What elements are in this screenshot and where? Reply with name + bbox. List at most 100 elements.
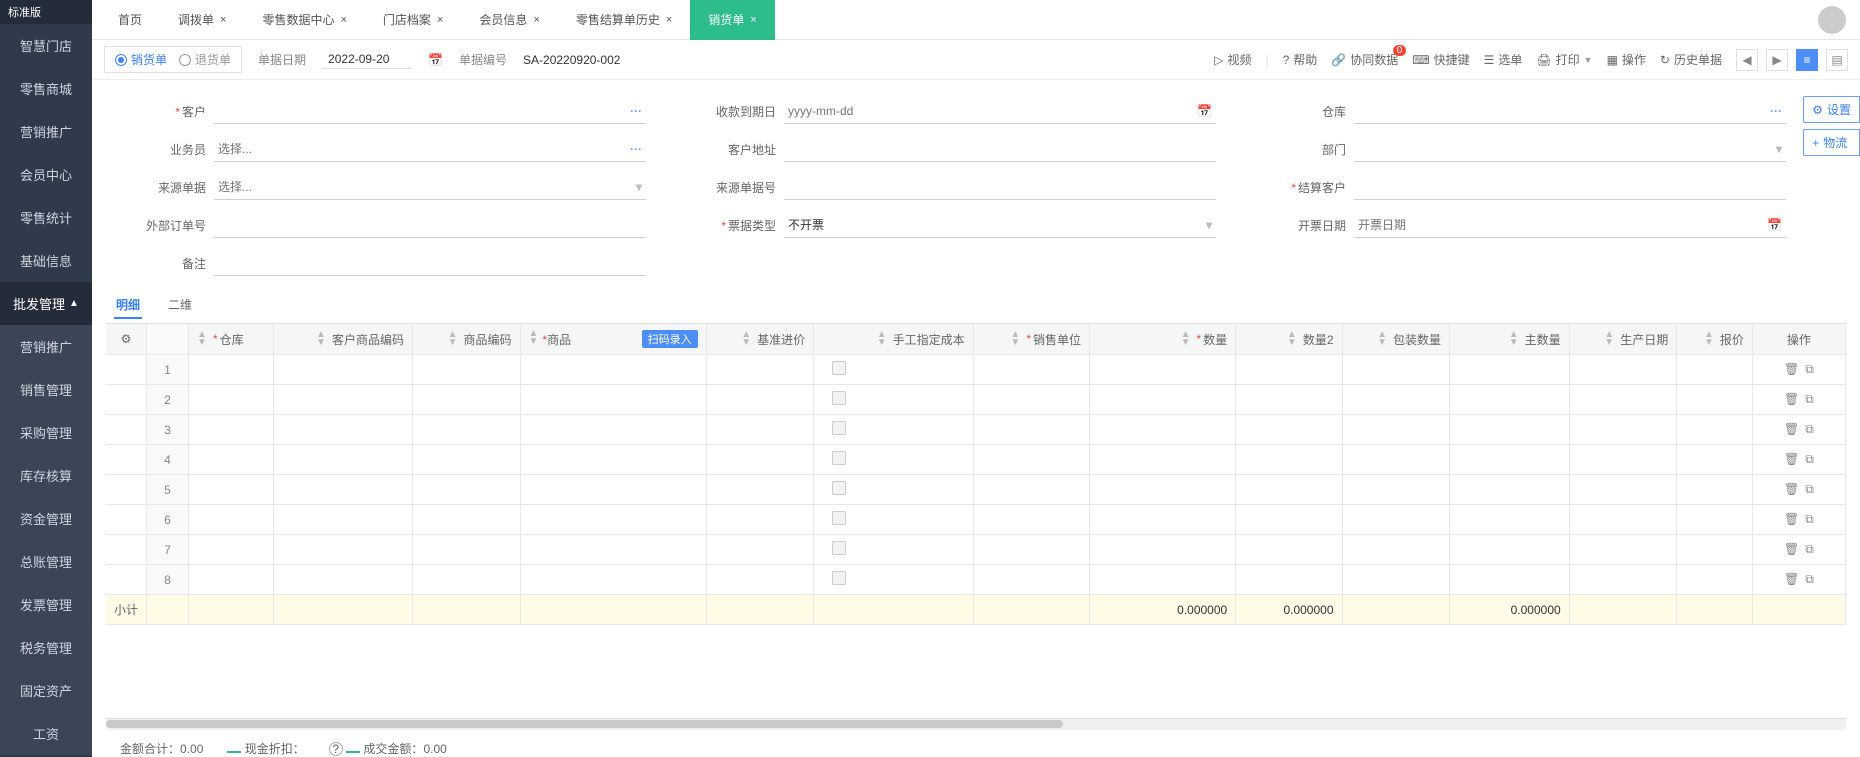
col-price[interactable]: ▲▼报价: [1677, 324, 1753, 355]
sidebar-item-wholesale[interactable]: 批发管理▲: [0, 282, 92, 325]
copy-icon[interactable]: ⧉: [1805, 452, 1814, 466]
view-list-button[interactable]: ≡: [1796, 49, 1818, 71]
col-sku[interactable]: ▲▼商品编码: [412, 324, 520, 355]
more-icon[interactable]: ···: [630, 104, 642, 118]
next-button[interactable]: ▶: [1766, 49, 1788, 71]
sidebar-item-funds[interactable]: 资金管理: [0, 497, 92, 540]
sidebar-item-inventory[interactable]: 库存核算: [0, 454, 92, 497]
delete-icon[interactable]: 🗑: [1784, 392, 1799, 406]
history-button[interactable]: ↻历史单据: [1660, 51, 1722, 68]
col-pack-qty[interactable]: ▲▼包装数量: [1342, 324, 1450, 355]
doc-date-value[interactable]: 2022-09-20: [322, 50, 412, 69]
sidebar-item-basic[interactable]: 基础信息: [0, 239, 92, 282]
logistics-button[interactable]: +物流: [1803, 129, 1860, 156]
table-row[interactable]: 7🗑⧉: [106, 535, 1846, 565]
tab-memberinfo[interactable]: 会员信息×: [461, 0, 557, 40]
sidebar-item-ledger[interactable]: 总账管理: [0, 540, 92, 583]
calendar-icon[interactable]: 📅: [1767, 218, 1782, 232]
copy-icon[interactable]: ⧉: [1805, 392, 1814, 406]
copy-icon[interactable]: ⧉: [1805, 362, 1814, 376]
close-icon[interactable]: ×: [437, 14, 443, 26]
checkbox[interactable]: [832, 511, 846, 525]
close-icon[interactable]: ×: [533, 14, 539, 26]
sidebar-item-marketing[interactable]: 营销推广: [0, 110, 92, 153]
view-grid-button[interactable]: ▤: [1826, 49, 1848, 71]
table-row[interactable]: 1🗑⧉: [106, 355, 1846, 385]
checkbox[interactable]: [832, 421, 846, 435]
subtab-detail[interactable]: 明细: [114, 292, 142, 319]
col-cust-sku[interactable]: ▲▼客户商品编码: [273, 324, 412, 355]
calendar-icon[interactable]: 📅: [1197, 104, 1212, 118]
delete-icon[interactable]: 🗑: [1784, 482, 1799, 496]
close-icon[interactable]: ×: [750, 14, 756, 26]
shortcut-button[interactable]: ⌨快捷键: [1412, 51, 1469, 68]
sidebar-item-member[interactable]: 会员中心: [0, 153, 92, 196]
col-manual-cost[interactable]: ▲▼手工指定成本: [814, 324, 973, 355]
video-button[interactable]: ▷视频: [1214, 51, 1251, 68]
table-row[interactable]: 3🗑⧉: [106, 415, 1846, 445]
print-button[interactable]: 🖨打印▼: [1536, 51, 1592, 68]
calendar-icon[interactable]: 📅: [428, 53, 443, 67]
ops-button[interactable]: ▦操作: [1607, 51, 1646, 68]
col-qty[interactable]: ▲▼*数量: [1090, 324, 1236, 355]
sidebar-item-purchase[interactable]: 采购管理: [0, 411, 92, 454]
col-base-cost[interactable]: ▲▼基准进价: [706, 324, 814, 355]
col-prod-date[interactable]: ▲▼生产日期: [1569, 324, 1677, 355]
delete-icon[interactable]: 🗑: [1784, 572, 1799, 586]
tab-storefile[interactable]: 门店档案×: [365, 0, 461, 40]
table-row[interactable]: 5🗑⧉: [106, 475, 1846, 505]
copy-icon[interactable]: ⧉: [1805, 512, 1814, 526]
coop-button[interactable]: 🔗协同数据0: [1331, 51, 1398, 68]
sidebar-item-mall[interactable]: 零售商城: [0, 67, 92, 110]
checkbox[interactable]: [832, 391, 846, 405]
scan-badge[interactable]: 扫码录入: [642, 330, 698, 348]
subtab-matrix[interactable]: 二维: [166, 292, 194, 319]
tab-home[interactable]: 首页: [100, 0, 160, 40]
col-main-qty[interactable]: ▲▼主数量: [1450, 324, 1570, 355]
sidebar-item-invoice[interactable]: 发票管理: [0, 583, 92, 626]
more-icon[interactable]: ···: [630, 142, 642, 156]
delete-icon[interactable]: 🗑: [1784, 362, 1799, 376]
checkbox[interactable]: [832, 571, 846, 585]
sidebar-item-assets[interactable]: 固定资产: [0, 669, 92, 712]
radio-sale[interactable]: 销货单: [115, 51, 167, 68]
copy-icon[interactable]: ⧉: [1805, 572, 1814, 586]
copy-icon[interactable]: ⧉: [1805, 422, 1814, 436]
copy-icon[interactable]: ⧉: [1805, 542, 1814, 556]
sidebar-item-salary[interactable]: 工资: [0, 712, 92, 755]
table-row[interactable]: 2🗑⧉: [106, 385, 1846, 415]
chevron-down-icon[interactable]: ▾: [636, 180, 642, 194]
col-gear[interactable]: ⚙: [106, 324, 147, 355]
checkbox[interactable]: [832, 451, 846, 465]
tab-salesorder[interactable]: 销货单×: [690, 0, 774, 40]
delete-icon[interactable]: 🗑: [1784, 512, 1799, 526]
radio-return[interactable]: 退货单: [179, 51, 231, 68]
sidebar-item-retailstats[interactable]: 零售统计: [0, 196, 92, 239]
table-row[interactable]: 8🗑⧉: [106, 565, 1846, 595]
checkbox[interactable]: [832, 361, 846, 375]
chevron-down-icon[interactable]: ▾: [1776, 142, 1782, 156]
close-icon[interactable]: ×: [220, 14, 226, 26]
delete-icon[interactable]: 🗑: [1784, 542, 1799, 556]
sidebar-item-marketing2[interactable]: 营销推广: [0, 325, 92, 368]
avatar[interactable]: [1818, 6, 1846, 34]
horizontal-scrollbar[interactable]: [106, 718, 1846, 730]
cash-disc-label[interactable]: 现金折扣：: [245, 742, 305, 756]
sidebar-item-tax[interactable]: 税务管理: [0, 626, 92, 669]
close-icon[interactable]: ×: [340, 14, 346, 26]
settings-button[interactable]: ⚙设置: [1803, 96, 1860, 123]
prev-button[interactable]: ◀: [1736, 49, 1758, 71]
chevron-down-icon[interactable]: ▾: [1206, 218, 1212, 232]
sidebar-item-sales[interactable]: 销售管理: [0, 368, 92, 411]
sidebar-item-smartstore[interactable]: 智慧门店: [0, 24, 92, 67]
tab-retaildata[interactable]: 零售数据中心×: [244, 0, 364, 40]
table-row[interactable]: 6🗑⧉: [106, 505, 1846, 535]
checkbox[interactable]: [832, 481, 846, 495]
table-row[interactable]: 4🗑⧉: [106, 445, 1846, 475]
copy-icon[interactable]: ⧉: [1805, 482, 1814, 496]
checkbox[interactable]: [832, 541, 846, 555]
delete-icon[interactable]: 🗑: [1784, 452, 1799, 466]
col-qty2[interactable]: ▲▼数量2: [1236, 324, 1342, 355]
tab-settlehist[interactable]: 零售结算单历史×: [558, 0, 690, 40]
delete-icon[interactable]: 🗑: [1784, 422, 1799, 436]
